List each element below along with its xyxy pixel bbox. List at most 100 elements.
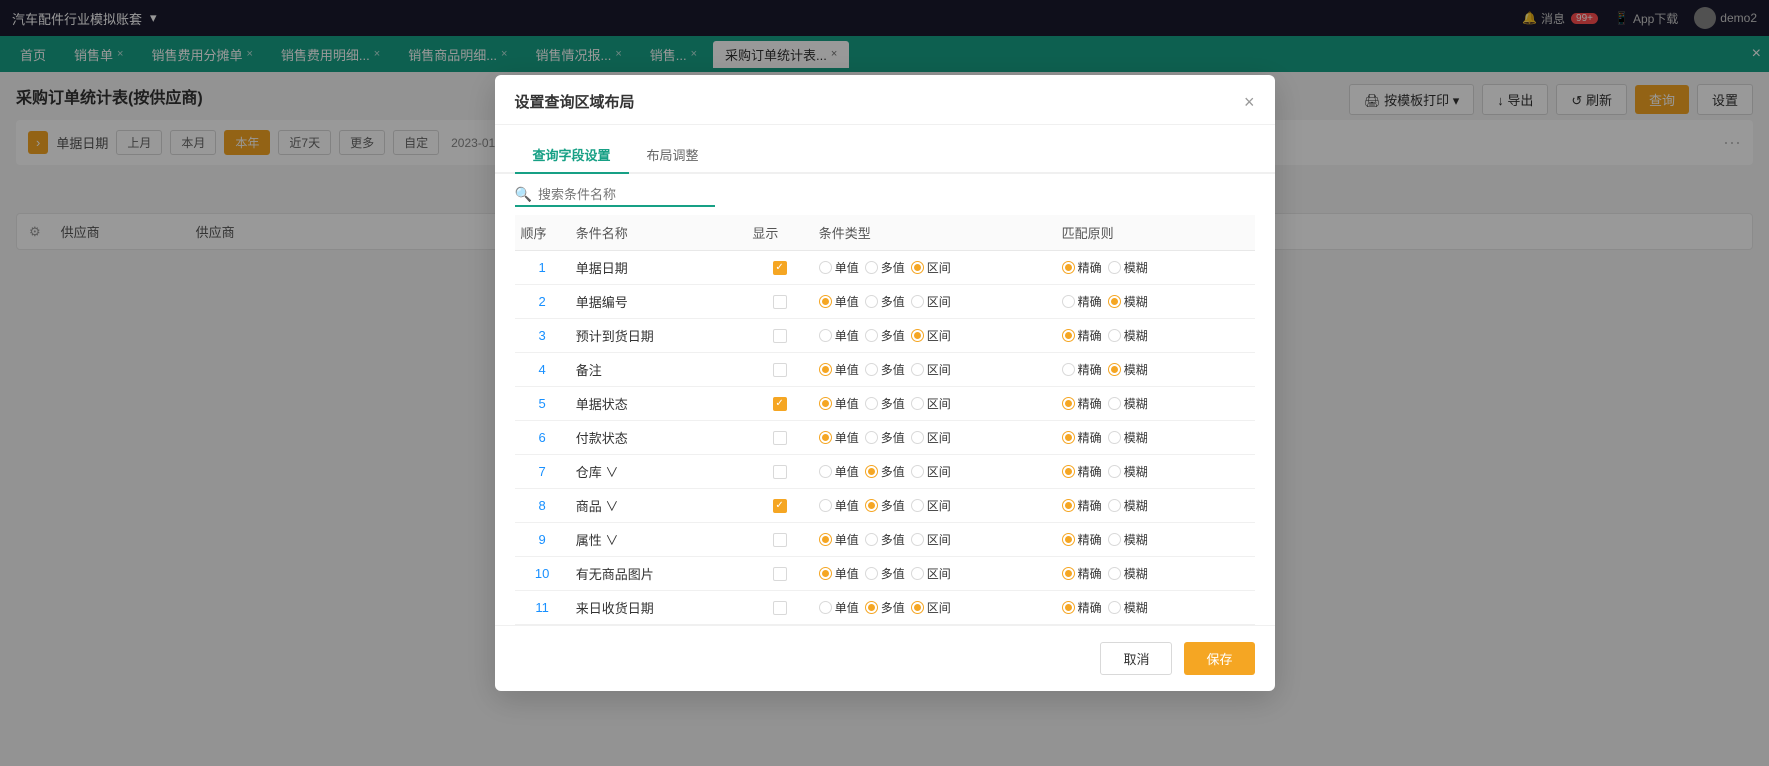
radio-type-range[interactable]: 区间 [911,463,951,480]
cell-match: 精确模糊 [1056,557,1255,591]
cell-name: 来日收货日期 [570,591,747,625]
cell-display[interactable] [746,285,812,319]
radio-match-fuzzy[interactable]: 模糊 [1108,259,1148,276]
cell-display[interactable] [746,353,812,387]
cell-display[interactable] [746,523,812,557]
radio-type-multi[interactable]: 多值 [865,463,905,480]
radio-match-exact[interactable]: 精确 [1062,395,1102,412]
radio-type-multi[interactable]: 多值 [865,429,905,446]
cell-display[interactable] [746,489,812,523]
radio-match-fuzzy[interactable]: 模糊 [1108,361,1148,378]
radio-type-single[interactable]: 单值 [819,327,859,344]
table-row: 4备注单值多值区间精确模糊 [515,353,1255,387]
radio-type-range[interactable]: 区间 [911,497,951,514]
search-input[interactable] [538,187,698,202]
cell-display[interactable] [746,251,812,285]
radio-type-multi[interactable]: 多值 [865,395,905,412]
radio-type-range[interactable]: 区间 [911,293,951,310]
cell-display[interactable] [746,455,812,489]
display-checkbox[interactable] [773,465,787,479]
radio-match-exact[interactable]: 精确 [1062,599,1102,616]
radio-type-single[interactable]: 单值 [819,497,859,514]
tab-layout-adjust[interactable]: 布局调整 [629,137,717,174]
radio-type-multi[interactable]: 多值 [865,361,905,378]
radio-match-fuzzy[interactable]: 模糊 [1108,599,1148,616]
table-row: 5单据状态单值多值区间精确模糊 [515,387,1255,421]
radio-match-exact[interactable]: 精确 [1062,327,1102,344]
radio-type-range[interactable]: 区间 [911,531,951,548]
cell-display[interactable] [746,421,812,455]
radio-type-single[interactable]: 单值 [819,463,859,480]
display-checkbox[interactable] [773,431,787,445]
radio-type-multi[interactable]: 多值 [865,497,905,514]
radio-match-exact[interactable]: 精确 [1062,565,1102,582]
radio-circle-match-exact [1062,533,1075,546]
radio-match-exact[interactable]: 精确 [1062,361,1102,378]
cell-order: 8 [515,489,570,523]
radio-match-fuzzy[interactable]: 模糊 [1108,531,1148,548]
radio-type-single[interactable]: 单值 [819,565,859,582]
radio-type-single[interactable]: 单值 [819,293,859,310]
modal-close-btn[interactable]: × [1244,93,1255,111]
radio-match-fuzzy[interactable]: 模糊 [1108,293,1148,310]
cell-type: 单值多值区间 [813,251,1056,285]
cell-display[interactable] [746,319,812,353]
radio-type-single[interactable]: 单值 [819,361,859,378]
radio-type-single[interactable]: 单值 [819,259,859,276]
radio-match-fuzzy[interactable]: 模糊 [1108,463,1148,480]
radio-match-fuzzy[interactable]: 模糊 [1108,395,1148,412]
cancel-button[interactable]: 取消 [1100,642,1172,675]
radio-match-exact[interactable]: 精确 [1062,531,1102,548]
radio-match-exact[interactable]: 精确 [1062,259,1102,276]
display-checkbox[interactable] [773,601,787,615]
display-checkbox[interactable] [773,499,787,513]
radio-circle-match-fuzzy [1108,567,1121,580]
cell-display[interactable] [746,387,812,421]
radio-circle-match-exact [1062,601,1075,614]
radio-match-exact[interactable]: 精确 [1062,497,1102,514]
radio-type-single[interactable]: 单值 [819,531,859,548]
display-checkbox[interactable] [773,567,787,581]
radio-type-multi[interactable]: 多值 [865,565,905,582]
radio-match-fuzzy[interactable]: 模糊 [1108,327,1148,344]
display-checkbox[interactable] [773,261,787,275]
radio-type-multi[interactable]: 多值 [865,531,905,548]
radio-type-range[interactable]: 区间 [911,429,951,446]
radio-type-multi[interactable]: 多值 [865,599,905,616]
cell-name: 付款状态 [570,421,747,455]
display-checkbox[interactable] [773,329,787,343]
cell-match: 精确模糊 [1056,489,1255,523]
radio-type-range[interactable]: 区间 [911,565,951,582]
save-button[interactable]: 保存 [1184,642,1254,675]
radio-type-multi[interactable]: 多值 [865,327,905,344]
th-match: 匹配原则 [1056,215,1255,251]
cell-display[interactable] [746,591,812,625]
radio-match-exact[interactable]: 精确 [1062,293,1102,310]
radio-match-exact[interactable]: 精确 [1062,429,1102,446]
radio-circle-match-exact [1062,499,1075,512]
display-checkbox[interactable] [773,397,787,411]
radio-type-single[interactable]: 单值 [819,395,859,412]
radio-type-range[interactable]: 区间 [911,327,951,344]
radio-match-fuzzy[interactable]: 模糊 [1108,565,1148,582]
radio-type-range[interactable]: 区间 [911,361,951,378]
radio-circle-range [911,261,924,274]
radio-circle-match-exact [1062,567,1075,580]
radio-type-range[interactable]: 区间 [911,259,951,276]
radio-type-multi[interactable]: 多值 [865,293,905,310]
radio-type-multi[interactable]: 多值 [865,259,905,276]
radio-match-fuzzy[interactable]: 模糊 [1108,429,1148,446]
radio-type-single[interactable]: 单值 [819,599,859,616]
radio-type-range[interactable]: 区间 [911,395,951,412]
display-checkbox[interactable] [773,533,787,547]
radio-match-fuzzy[interactable]: 模糊 [1108,497,1148,514]
display-checkbox[interactable] [773,363,787,377]
cell-name: 预计到货日期 [570,319,747,353]
cell-display[interactable] [746,557,812,591]
radio-type-range[interactable]: 区间 [911,599,951,616]
radio-match-exact[interactable]: 精确 [1062,463,1102,480]
tab-field-settings[interactable]: 查询字段设置 [515,137,629,174]
display-checkbox[interactable] [773,295,787,309]
radio-type-single[interactable]: 单值 [819,429,859,446]
radio-circle-single [819,533,832,546]
